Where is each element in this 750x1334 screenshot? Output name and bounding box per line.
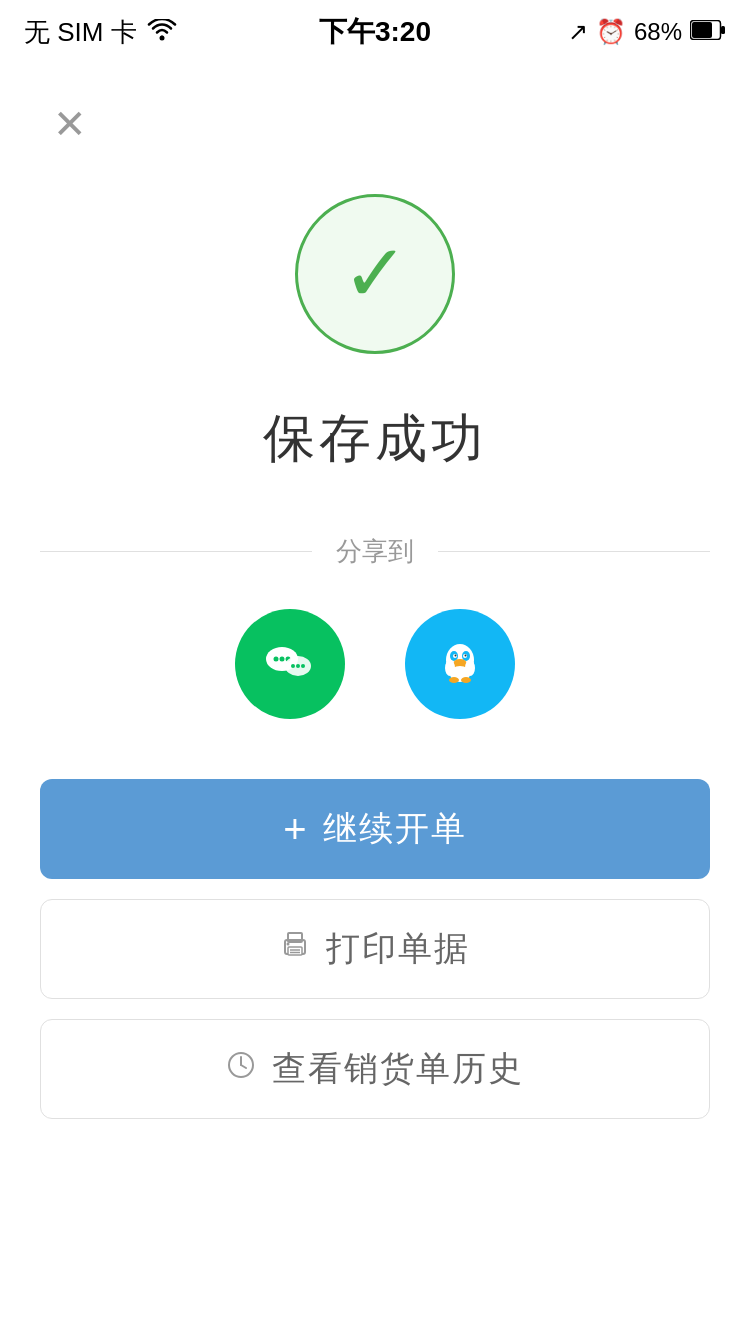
status-bar: 无 SIM 卡 下午3:20 ↗ ⏰ 68% — [0, 0, 750, 64]
success-icon-circle: ✓ — [295, 194, 455, 354]
share-divider: 分享到 — [40, 534, 710, 569]
share-section: 分享到 — [40, 534, 710, 719]
wifi-icon — [147, 17, 177, 48]
close-icon: ✕ — [53, 101, 87, 147]
wechat-share-button[interactable] — [235, 609, 345, 719]
continue-button-label: 继续开单 — [323, 806, 467, 852]
svg-rect-3 — [721, 26, 725, 34]
svg-rect-27 — [288, 947, 302, 955]
svg-point-11 — [301, 664, 305, 668]
print-button[interactable]: 打印单据 — [40, 899, 710, 999]
svg-point-9 — [291, 664, 295, 668]
alarm-icon: ⏰ — [596, 18, 626, 46]
history-icon — [226, 1050, 256, 1088]
svg-point-10 — [296, 664, 300, 668]
battery-percent: 68% — [634, 18, 682, 46]
print-button-label: 打印单据 — [326, 926, 470, 972]
plus-icon: + — [283, 807, 306, 852]
svg-point-23 — [449, 677, 459, 683]
close-button[interactable]: ✕ — [40, 94, 100, 154]
battery-icon — [690, 18, 726, 46]
qq-share-button[interactable] — [405, 609, 515, 719]
svg-point-18 — [465, 655, 467, 657]
divider-left — [40, 551, 312, 552]
svg-line-33 — [241, 1065, 246, 1068]
svg-point-24 — [461, 677, 471, 683]
status-time: 下午3:20 — [319, 13, 431, 51]
svg-point-5 — [274, 657, 279, 662]
checkmark-icon: ✓ — [342, 234, 409, 314]
history-button[interactable]: 查看销货单历史 — [40, 1019, 710, 1119]
success-title: 保存成功 — [263, 404, 487, 474]
history-button-label: 查看销货单历史 — [272, 1046, 524, 1092]
share-label: 分享到 — [312, 534, 438, 569]
svg-point-6 — [280, 657, 285, 662]
svg-rect-2 — [692, 22, 712, 38]
main-content: ✕ ✓ 保存成功 分享到 — [0, 64, 750, 1149]
svg-point-17 — [455, 655, 457, 657]
no-sim-text: 无 SIM 卡 — [24, 15, 137, 50]
svg-point-30 — [287, 943, 290, 946]
location-icon: ↗ — [568, 18, 588, 46]
divider-right — [438, 551, 710, 552]
svg-point-0 — [159, 35, 164, 40]
continue-button[interactable]: + 继续开单 — [40, 779, 710, 879]
status-right: ↗ ⏰ 68% — [568, 18, 726, 46]
action-buttons: + 继续开单 打印单据 — [40, 779, 710, 1119]
status-left: 无 SIM 卡 — [24, 15, 177, 50]
print-icon — [280, 930, 310, 968]
share-icons-container — [40, 609, 710, 719]
